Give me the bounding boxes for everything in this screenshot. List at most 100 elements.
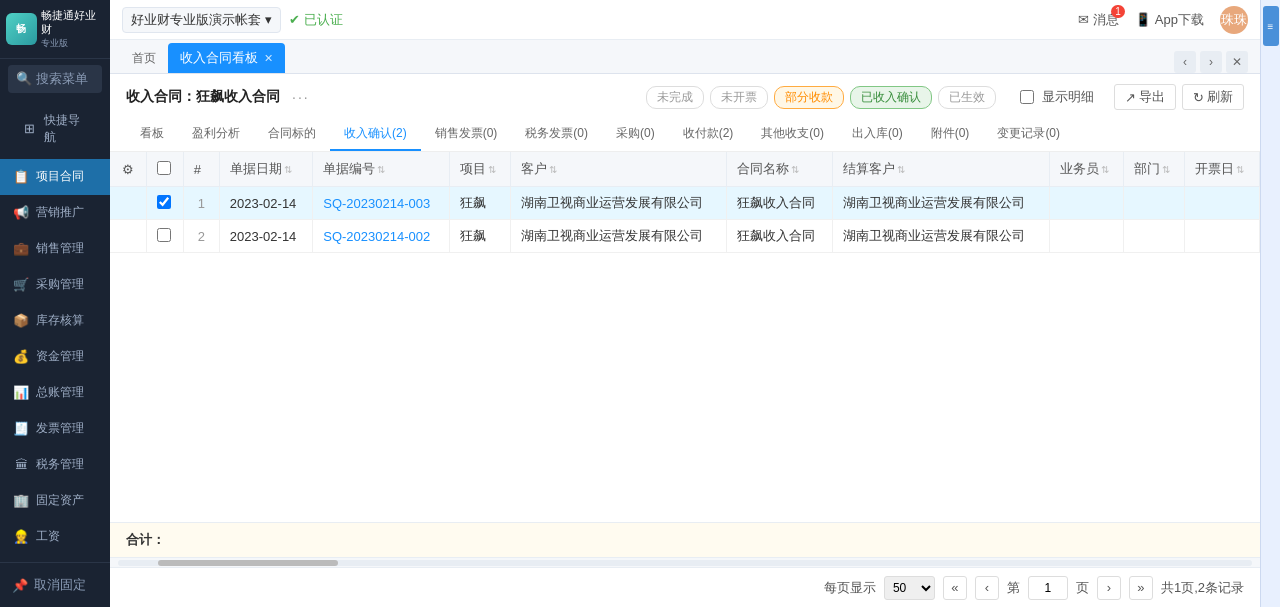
sidebar-item-manage[interactable]: 📈 经营管理: [0, 555, 110, 562]
dept-sort[interactable]: 部门: [1134, 160, 1170, 178]
tab-tax-invoice[interactable]: 税务发票(0): [511, 118, 602, 151]
row2-open-date: [1185, 220, 1260, 253]
tab-kanban[interactable]: 看板: [126, 118, 178, 151]
settlement-sort[interactable]: 结算客户: [843, 160, 905, 178]
tab-attachment[interactable]: 附件(0): [917, 118, 984, 151]
dept-column-header[interactable]: 部门: [1124, 152, 1185, 187]
customer-column-header[interactable]: 客户: [510, 152, 727, 187]
sidebar-item-sales[interactable]: 💼 销售管理: [0, 231, 110, 267]
num-column-header: #: [183, 152, 219, 187]
tab-profit[interactable]: 盈利分析: [178, 118, 254, 151]
sidebar-item-labor[interactable]: 👷 工资: [0, 519, 110, 555]
status-partial-payment[interactable]: 部分收款: [774, 86, 844, 109]
first-page-button[interactable]: «: [943, 576, 967, 600]
sidebar-item-tax[interactable]: 🏛 税务管理: [0, 447, 110, 483]
company-name: 好业财专业版演示帐套: [131, 11, 261, 29]
total-records-label: 共1页,2条记录: [1161, 579, 1244, 597]
order-date-column-header[interactable]: 单据日期: [219, 152, 312, 187]
row1-settings: [110, 187, 146, 220]
sidebar-item-purchase[interactable]: 🛒 采购管理: [0, 267, 110, 303]
status-effective[interactable]: 已生效: [938, 86, 996, 109]
row1-date: 2023-02-14: [219, 187, 312, 220]
show-detail-checkbox[interactable]: [1020, 90, 1034, 104]
marketing-icon: 📢: [12, 204, 30, 222]
app-download-button[interactable]: 📱 App下载: [1135, 11, 1204, 29]
search-menu-button[interactable]: 🔍 搜索菜单: [8, 65, 102, 93]
fixed-assets-icon: 🏢: [12, 492, 30, 510]
avatar[interactable]: 珠珠: [1220, 6, 1248, 34]
row1-select[interactable]: [157, 195, 171, 209]
settings-column-header[interactable]: ⚙: [110, 152, 146, 187]
tab-close-all-button[interactable]: ✕: [1226, 51, 1248, 73]
tab-income-contract[interactable]: 收入合同看板 ✕: [168, 43, 285, 73]
table-row[interactable]: 2 2023-02-14 SQ-20230214-002 狂飙 湖南卫视商业运营…: [110, 220, 1260, 253]
status-uninvoiced[interactable]: 未开票: [710, 86, 768, 109]
customer-sort[interactable]: 客户: [521, 160, 557, 178]
tab-home[interactable]: 首页: [122, 44, 166, 73]
next-page-button[interactable]: ›: [1097, 576, 1121, 600]
project-sort[interactable]: 项目: [460, 160, 496, 178]
message-button[interactable]: ✉ 消息 1: [1078, 11, 1119, 29]
tab-other-income[interactable]: 其他收支(0): [747, 118, 838, 151]
open-date-column-header[interactable]: 开票日: [1185, 152, 1260, 187]
row2-order-no[interactable]: SQ-20230214-002: [313, 220, 450, 253]
prev-page-button[interactable]: ‹: [975, 576, 999, 600]
sidebar-logo: 畅 畅捷通好业财 专业版: [0, 0, 110, 59]
tab-prev-button[interactable]: ‹: [1174, 51, 1196, 73]
row2-order-link[interactable]: SQ-20230214-002: [323, 229, 430, 244]
sidebar-item-marketing[interactable]: 📢 营销推广: [0, 195, 110, 231]
order-date-sort[interactable]: 单据日期: [230, 160, 292, 178]
settlement-customer-column-header[interactable]: 结算客户: [832, 152, 1049, 187]
sidebar-item-project[interactable]: 📋 项目合同: [0, 159, 110, 195]
scrollbar-thumb[interactable]: [158, 560, 338, 566]
per-page-select[interactable]: 50 100 200: [884, 576, 935, 600]
project-column-header[interactable]: 项目: [449, 152, 510, 187]
tab-sales-invoice[interactable]: 销售发票(0): [421, 118, 512, 151]
right-sidebar-toggle[interactable]: ≡: [1263, 6, 1279, 46]
more-options-button[interactable]: ···: [292, 89, 310, 105]
horizontal-scrollbar[interactable]: [110, 557, 1260, 567]
contract-name-column-header[interactable]: 合同名称: [727, 152, 833, 187]
sales-icon: 💼: [12, 240, 30, 258]
page-prefix-label: 第: [1007, 579, 1020, 597]
export-button[interactable]: ↗ 导出: [1114, 84, 1176, 110]
page-number-input[interactable]: 1: [1028, 576, 1068, 600]
sidebar-item-capital[interactable]: 💰 资金管理: [0, 339, 110, 375]
row1-order-link[interactable]: SQ-20230214-003: [323, 196, 430, 211]
unpin-button[interactable]: 📌 取消固定: [12, 571, 98, 599]
sidebar-item-general[interactable]: 📊 总账管理: [0, 375, 110, 411]
project-icon: 📋: [12, 168, 30, 186]
sidebar-item-inventory[interactable]: 📦 库存核算: [0, 303, 110, 339]
order-no-column-header[interactable]: 单据编号: [313, 152, 450, 187]
tab-contract-standard[interactable]: 合同标的: [254, 118, 330, 151]
company-selector[interactable]: 好业财专业版演示帐套 ▾: [122, 7, 281, 33]
main-area: 好业财专业版演示帐套 ▾ ✔ 已认证 ✉ 消息 1 📱 App下载 珠珠 首页 …: [110, 0, 1260, 607]
row1-order-no[interactable]: SQ-20230214-003: [313, 187, 450, 220]
contract-name-sort[interactable]: 合同名称: [737, 160, 799, 178]
order-no-sort[interactable]: 单据编号: [323, 160, 385, 178]
sidebar-item-fixed-assets[interactable]: 🏢 固定资产: [0, 483, 110, 519]
tab-change-log[interactable]: 变更记录(0): [983, 118, 1074, 151]
verified-badge: ✔ 已认证: [289, 11, 343, 29]
refresh-button[interactable]: ↻ 刷新: [1182, 84, 1244, 110]
sidebar-quick-nav[interactable]: ⊞ 快捷导航: [8, 103, 102, 155]
row2-select[interactable]: [157, 228, 171, 242]
tab-payment[interactable]: 收付款(2): [669, 118, 748, 151]
salesman-sort[interactable]: 业务员: [1060, 160, 1109, 178]
income-confirm-table: ⚙ # 单据日期 单据编号 项目 客户 合同名称 结算客户 业务员 部门 开票日: [110, 152, 1260, 253]
select-all-checkbox[interactable]: [157, 161, 171, 175]
status-income-confirmed[interactable]: 已收入确认: [850, 86, 932, 109]
tab-close-icon[interactable]: ✕: [264, 52, 273, 65]
tab-income-confirm[interactable]: 收入确认(2): [330, 118, 421, 151]
row2-settlement: 湖南卫视商业运营发展有限公司: [832, 220, 1049, 253]
sidebar: 畅 畅捷通好业财 专业版 🔍 搜索菜单 ⊞ 快捷导航 📋 项目合同 📢 营销推广…: [0, 0, 110, 607]
open-date-sort[interactable]: 开票日: [1195, 160, 1244, 178]
status-incomplete[interactable]: 未完成: [646, 86, 704, 109]
tab-warehouse[interactable]: 出入库(0): [838, 118, 917, 151]
last-page-button[interactable]: »: [1129, 576, 1153, 600]
tab-next-button[interactable]: ›: [1200, 51, 1222, 73]
salesman-column-header[interactable]: 业务员: [1049, 152, 1124, 187]
tab-purchase[interactable]: 采购(0): [602, 118, 669, 151]
sidebar-item-invoice[interactable]: 🧾 发票管理: [0, 411, 110, 447]
table-row[interactable]: 1 2023-02-14 SQ-20230214-003 狂飙 湖南卫视商业运营…: [110, 187, 1260, 220]
